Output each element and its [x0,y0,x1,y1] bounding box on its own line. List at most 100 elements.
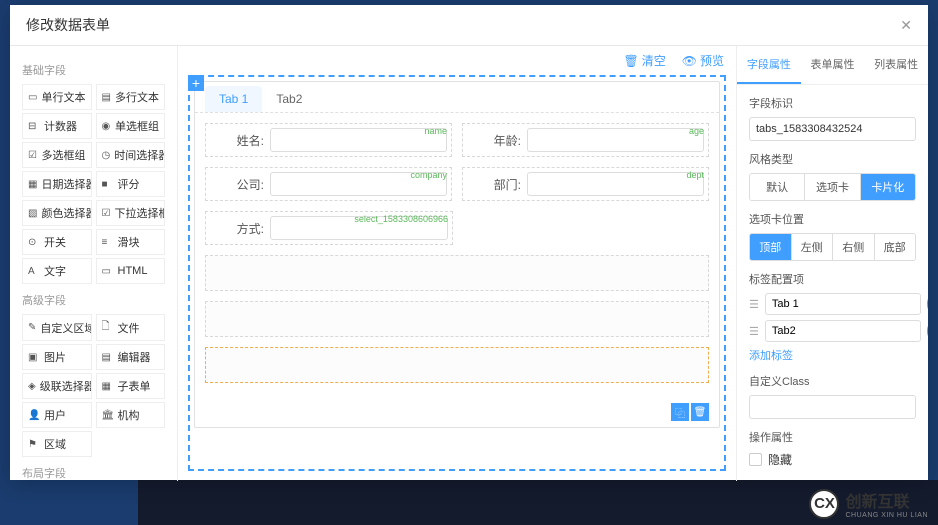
eye-icon: 👁 [682,54,697,68]
widget-subform[interactable]: ▦子表单 [96,373,166,399]
tab-2[interactable]: Tab2 [262,86,316,112]
calendar-icon: ▦ [28,179,37,190]
field-id-label: 字段标识 [749,95,916,111]
add-component-button[interactable]: + [188,75,204,91]
user-icon: 👤 [28,410,40,421]
widget-user[interactable]: 👤用户 [22,402,92,428]
field-id-input[interactable] [749,117,916,141]
tab-position-label: 选项卡位置 [749,211,916,227]
add-tag-link[interactable]: 添加标签 [749,347,916,363]
copy-icon[interactable]: ⿻ [671,403,689,421]
field-name[interactable]: 姓名: name [205,123,452,157]
field-age[interactable]: 年龄: age [462,123,709,157]
text-icon: A [28,266,40,277]
drag-handle-icon[interactable]: ☰ [749,298,759,311]
custom-class-input[interactable] [749,395,916,419]
switch-icon: ⊙ [28,237,40,248]
flag-icon: ⚑ [28,439,40,450]
checkbox-icon: ☑ [28,150,38,161]
age-input[interactable] [527,128,704,152]
widget-org[interactable]: 🏛机构 [96,402,166,428]
widget-text[interactable]: A文字 [22,258,92,284]
widget-palette: 基础字段 ▭单行文本 ▤多行文本 ⊟计数器 ◉单选框组 ☑多选框组 ◷时间选择器… [10,46,178,481]
tag-input-2[interactable] [765,320,921,342]
section-basic-label: 基础字段 [22,62,165,78]
field-dept[interactable]: 部门: dept [462,167,709,201]
design-canvas: 🗑 清空 👁 预览 + Tab 1 Tab2 姓名: [178,46,736,481]
pos-right[interactable]: 右侧 [832,234,874,260]
widget-counter[interactable]: ⊟计数器 [22,113,92,139]
style-tabs[interactable]: 选项卡 [804,174,859,200]
widget-custom[interactable]: ✎自定义区域 [22,314,92,341]
modal-title: 修改数据表单 [26,15,110,35]
widget-cascade[interactable]: ◈级联选择器 [22,373,92,399]
textarea-icon: ▤ [102,92,112,103]
widget-radio[interactable]: ◉单选框组 [96,113,166,139]
tab-list-props[interactable]: 列表属性 [864,46,928,84]
delete-icon[interactable]: 🗑 [691,403,709,421]
dropdown-icon: ☑ [102,208,111,219]
pencil-icon: ✎ [28,322,36,333]
pos-top[interactable]: 顶部 [750,234,791,260]
tab-1[interactable]: Tab 1 [205,86,262,112]
trash-icon: 🗑 [624,54,639,68]
widget-file[interactable]: 🗋文件 [96,314,166,341]
operation-label: 操作属性 [749,429,916,445]
empty-drop-zone[interactable] [205,301,709,337]
widget-html[interactable]: ▭HTML [96,258,166,284]
clock-icon: ◷ [102,150,111,161]
star-icon: ■ [102,179,114,190]
widget-image[interactable]: ▣图片 [22,344,92,370]
file-icon: 🗋 [102,319,114,336]
style-card[interactable]: 卡片化 [860,174,915,200]
org-icon: 🏛 [102,410,114,421]
remove-tag-button[interactable]: − [927,323,928,339]
widget-select[interactable]: ☑下拉选择框 [96,200,166,226]
form-designer-modal: 修改数据表单 ✕ 基础字段 ▭单行文本 ▤多行文本 ⊟计数器 ◉单选框组 ☑多选… [10,5,928,480]
widget-editor[interactable]: ▤编辑器 [96,344,166,370]
empty-drop-zone[interactable] [205,255,709,291]
style-default[interactable]: 默认 [750,174,804,200]
widget-checkbox[interactable]: ☑多选框组 [22,142,92,168]
tab-field-props[interactable]: 字段属性 [737,46,801,84]
tabs-component[interactable]: Tab 1 Tab2 姓名: name 年龄: [194,81,720,428]
field-method[interactable]: 方式: select_1583308606966 [205,211,453,245]
section-advanced-label: 高级字段 [22,292,165,308]
slider-icon: ≡ [102,237,114,248]
hide-label: 隐藏 [768,451,792,468]
widget-slider[interactable]: ≡滑块 [96,229,166,255]
canvas-drop-area[interactable]: + Tab 1 Tab2 姓名: name [188,75,726,471]
widget-time[interactable]: ◷时间选择器 [96,142,166,168]
logo-icon: CX [809,489,839,519]
pos-left[interactable]: 左侧 [791,234,833,260]
pos-bottom[interactable]: 底部 [874,234,916,260]
tab-position-group: 顶部 左侧 右侧 底部 [749,233,916,261]
name-input[interactable] [270,128,447,152]
style-type-group: 默认 选项卡 卡片化 [749,173,916,201]
remove-tag-button[interactable]: − [927,296,928,312]
tag-input-1[interactable] [765,293,921,315]
palette-icon: ▧ [28,208,37,219]
widget-single-text[interactable]: ▭单行文本 [22,84,92,110]
widget-region[interactable]: ⚑区域 [22,431,92,457]
properties-panel: 字段属性 表单属性 列表属性 字段标识 风格类型 默认 选项卡 卡片化 选项卡位… [736,46,928,481]
hide-checkbox[interactable] [749,453,762,466]
widget-color[interactable]: ▧颜色选择器 [22,200,92,226]
widget-rate[interactable]: ■评分 [96,171,166,197]
counter-icon: ⊟ [28,121,40,132]
widget-date[interactable]: ▦日期选择器 [22,171,92,197]
cascade-icon: ◈ [28,381,36,392]
widget-multi-text[interactable]: ▤多行文本 [96,84,166,110]
custom-class-label: 自定义Class [749,373,916,389]
preview-button[interactable]: 👁 预览 [682,52,724,69]
dept-input[interactable] [527,172,704,196]
modal-header: 修改数据表单 ✕ [10,5,928,46]
field-company[interactable]: 公司: company [205,167,452,201]
widget-switch[interactable]: ⊙开关 [22,229,92,255]
tab-form-props[interactable]: 表单属性 [801,46,865,84]
clear-button[interactable]: 🗑 清空 [624,52,666,69]
close-icon[interactable]: ✕ [900,17,912,34]
section-layout-label: 布局字段 [22,465,165,481]
empty-drop-zone-active[interactable] [205,347,709,383]
drag-handle-icon[interactable]: ☰ [749,325,759,338]
